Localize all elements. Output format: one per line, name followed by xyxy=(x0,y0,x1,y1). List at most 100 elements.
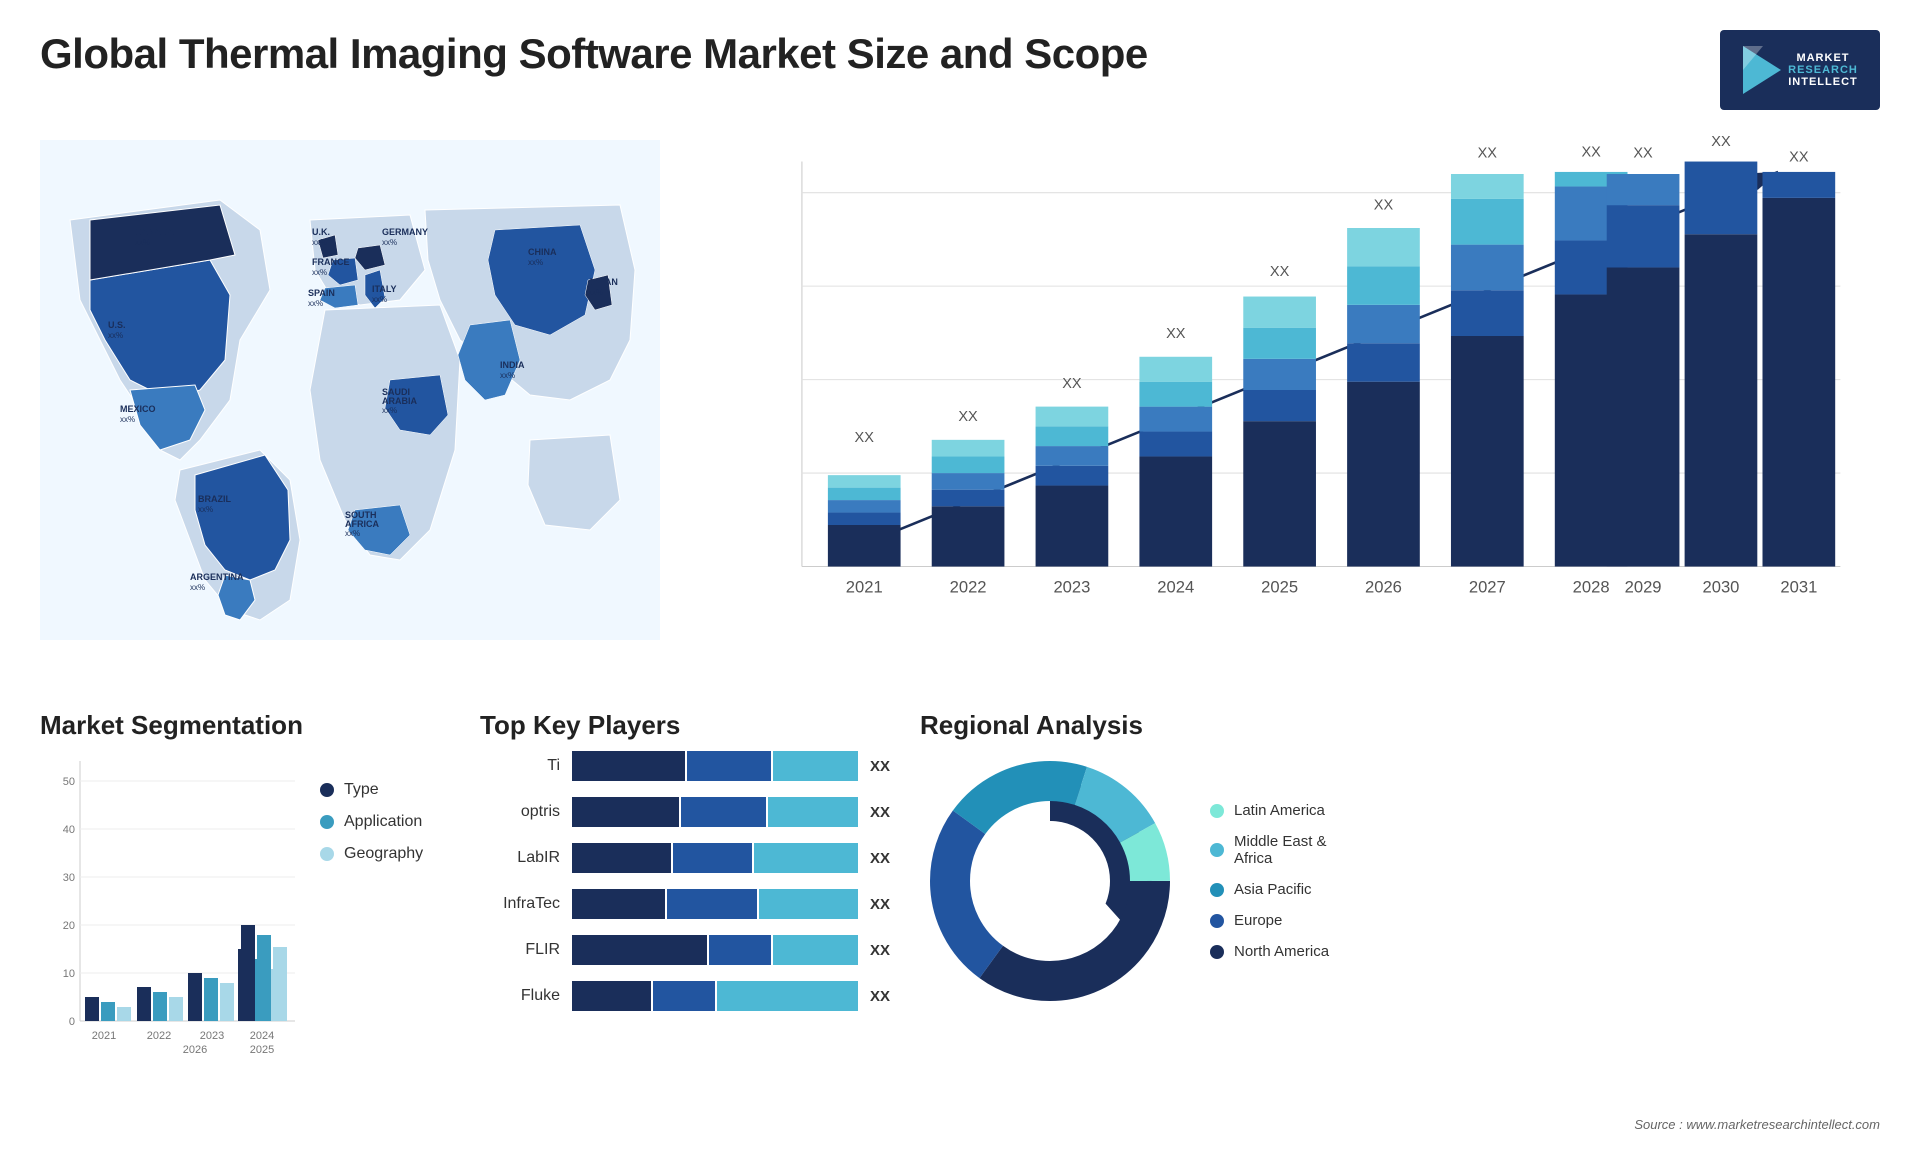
player-row-ti: Ti XX xyxy=(480,751,900,781)
svg-text:2023: 2023 xyxy=(1053,578,1090,597)
reg-dot-north-america xyxy=(1210,945,1224,959)
svg-text:xx%: xx% xyxy=(382,238,397,247)
svg-text:xx%: xx% xyxy=(528,258,543,267)
world-map-section: CANADA xx% U.S. xx% MEXICO xx% BRAZIL xx… xyxy=(40,120,660,660)
player-name-ti: Ti xyxy=(480,757,560,775)
donut-area: Latin America Middle East &Africa Asia P… xyxy=(920,751,1880,1011)
player-row-labir: LabIR XX xyxy=(480,843,900,873)
svg-text:xx%: xx% xyxy=(312,238,327,247)
player-val-ti: XX xyxy=(870,758,900,775)
bar-chart-section: XX XX XX XX xyxy=(680,120,1880,660)
player-bars-flir xyxy=(572,935,858,965)
logo-box: MARKET RESEARCH INTELLECT xyxy=(1720,30,1880,110)
svg-text:XX: XX xyxy=(1062,376,1082,392)
svg-text:2029: 2029 xyxy=(1625,578,1662,597)
svg-text:ARABIA: ARABIA xyxy=(382,396,417,406)
svg-text:XX: XX xyxy=(1711,134,1731,150)
svg-text:2021: 2021 xyxy=(92,1030,116,1042)
svg-text:2031: 2031 xyxy=(1780,578,1817,597)
reg-legend-europe: Europe xyxy=(1210,912,1329,929)
svg-text:ITALY: ITALY xyxy=(372,284,397,294)
bar-mid xyxy=(653,981,715,1011)
svg-text:xx%: xx% xyxy=(308,299,323,308)
bottom-content: Market Segmentation 0 10 20 30 40 50 xyxy=(0,700,1920,1160)
reg-legend-asia-pacific: Asia Pacific xyxy=(1210,881,1329,898)
svg-text:30: 30 xyxy=(63,872,75,884)
svg-text:xx%: xx% xyxy=(108,331,123,340)
player-row-infratec: InfraTec XX xyxy=(480,889,900,919)
svg-text:2024: 2024 xyxy=(1157,578,1194,597)
bar-mid xyxy=(687,751,772,781)
player-val-optris: XX xyxy=(870,804,900,821)
header: Global Thermal Imaging Software Market S… xyxy=(0,0,1920,120)
growth-bar-chart: XX XX XX XX xyxy=(700,120,1880,660)
top-content: CANADA xx% U.S. xx% MEXICO xx% BRAZIL xx… xyxy=(0,120,1920,700)
player-bars-optris xyxy=(572,797,858,827)
svg-text:U.K.: U.K. xyxy=(312,227,330,237)
svg-text:U.S.: U.S. xyxy=(108,320,126,330)
seg-bar-chart-svg: 0 10 20 30 40 50 xyxy=(40,751,300,1061)
svg-text:20: 20 xyxy=(63,920,75,932)
legend-type-label: Type xyxy=(344,781,379,799)
segmentation-legend: Type Application Geography xyxy=(320,751,423,863)
svg-text:xx%: xx% xyxy=(345,529,360,538)
player-val-flir: XX xyxy=(870,942,900,959)
svg-text:xx%: xx% xyxy=(312,268,327,277)
legend-type: Type xyxy=(320,781,423,799)
svg-text:xx%: xx% xyxy=(500,371,515,380)
map-label-canada: CANADA xyxy=(135,227,174,237)
regional-legend: Latin America Middle East &Africa Asia P… xyxy=(1210,802,1329,960)
reg-dot-asia-pacific xyxy=(1210,883,1224,897)
player-val-infratec: XX xyxy=(870,896,900,913)
svg-text:2025: 2025 xyxy=(250,1044,274,1056)
source-text: Source : www.marketresearchintellect.com xyxy=(1634,1116,1880,1134)
bar-dark xyxy=(572,843,671,873)
bar-mid xyxy=(681,797,766,827)
svg-text:xx%: xx% xyxy=(382,406,397,415)
bar-light xyxy=(754,843,858,873)
svg-text:SPAIN: SPAIN xyxy=(308,288,335,298)
page-title: Global Thermal Imaging Software Market S… xyxy=(40,30,1148,78)
svg-text:2026: 2026 xyxy=(1365,578,1402,597)
legend-application-dot xyxy=(320,815,334,829)
reg-dot-latin-america xyxy=(1210,804,1224,818)
bar-dark xyxy=(572,797,679,827)
player-name-flir: FLIR xyxy=(480,941,560,959)
svg-text:2028: 2028 xyxy=(1573,578,1610,597)
player-bars-fluke xyxy=(572,981,858,1011)
bar-dark xyxy=(572,889,665,919)
bar-light xyxy=(768,797,858,827)
svg-text:40: 40 xyxy=(63,824,75,836)
players-table: Ti XX optris XX LabIR xyxy=(480,751,900,1011)
player-row-optris: optris XX xyxy=(480,797,900,827)
player-bars-labir xyxy=(572,843,858,873)
svg-text:50: 50 xyxy=(63,776,75,788)
svg-text:XX: XX xyxy=(1166,326,1186,342)
svg-text:2026: 2026 xyxy=(183,1044,207,1056)
svg-text:XX: XX xyxy=(1270,264,1290,280)
svg-text:CHINA: CHINA xyxy=(528,247,557,257)
reg-label-north-america: North America xyxy=(1234,943,1329,960)
reg-dot-europe xyxy=(1210,914,1224,928)
svg-text:XX: XX xyxy=(958,409,978,425)
reg-label-mea: Middle East &Africa xyxy=(1234,833,1327,867)
donut-center xyxy=(990,821,1110,941)
regional-title: Regional Analysis xyxy=(920,710,1880,741)
bar-mid xyxy=(709,935,771,965)
bar-light xyxy=(773,751,858,781)
legend-type-dot xyxy=(320,783,334,797)
svg-text:JAPAN: JAPAN xyxy=(588,277,618,287)
seg-chart-area: 0 10 20 30 40 50 xyxy=(40,751,460,1061)
svg-text:2022: 2022 xyxy=(147,1030,171,1042)
svg-text:xx%: xx% xyxy=(198,505,213,514)
player-row-fluke: Fluke XX xyxy=(480,981,900,1011)
segmentation-section: Market Segmentation 0 10 20 30 40 50 xyxy=(40,710,460,1140)
reg-legend-mea: Middle East &Africa xyxy=(1210,833,1329,867)
player-name-optris: optris xyxy=(480,803,560,821)
players-title: Top Key Players xyxy=(480,710,900,741)
svg-text:xx%: xx% xyxy=(588,288,603,297)
donut-chart-svg xyxy=(920,751,1180,1011)
svg-text:2021: 2021 xyxy=(846,578,883,597)
player-bars-ti xyxy=(572,751,858,781)
reg-label-asia-pacific: Asia Pacific xyxy=(1234,881,1312,898)
